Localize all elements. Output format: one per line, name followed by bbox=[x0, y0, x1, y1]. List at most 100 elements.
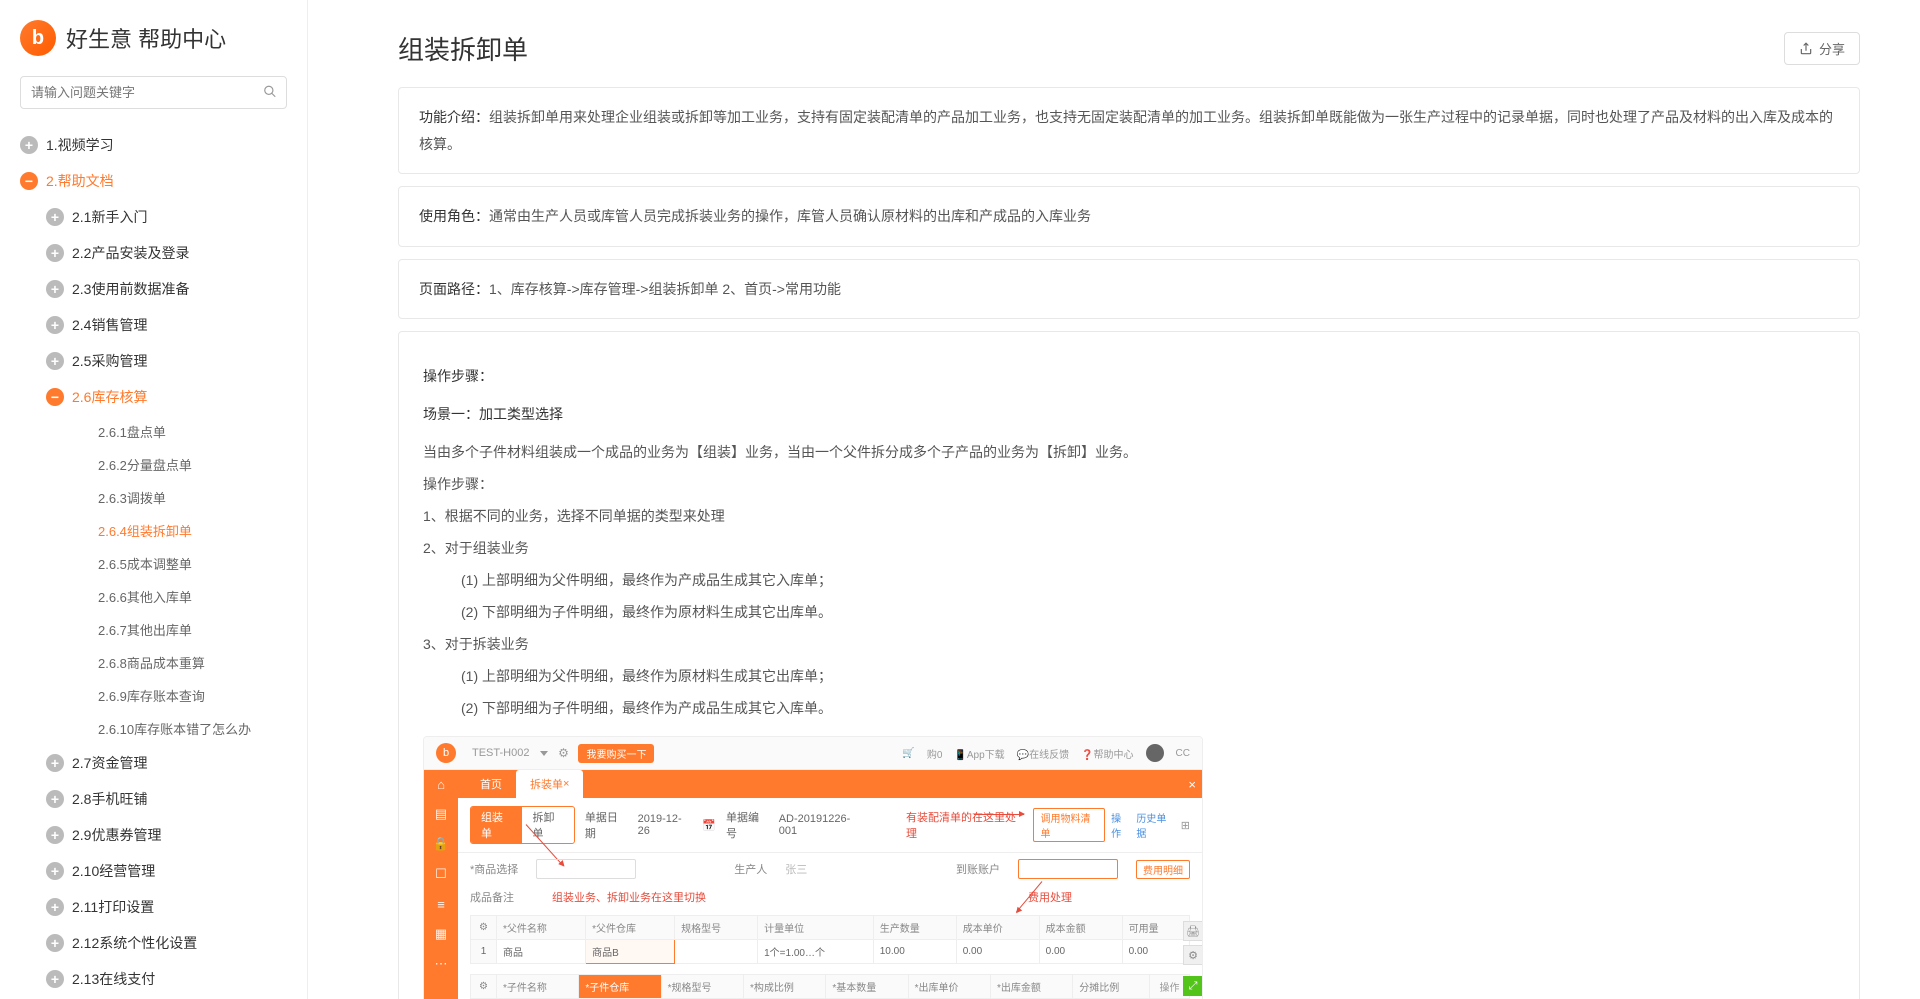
plus-icon: + bbox=[46, 316, 64, 334]
grid-icon: ⊞ bbox=[1181, 819, 1190, 832]
nav-2-12[interactable]: +2.12系统个性化设置 bbox=[46, 925, 287, 961]
nav-docs[interactable]: −2.帮助文档 bbox=[20, 163, 287, 199]
nav-2-3[interactable]: +2.3使用前数据准备 bbox=[46, 271, 287, 307]
page-title: 组装拆卸单 bbox=[398, 30, 528, 67]
type-radio: 组装单 拆卸单 bbox=[470, 806, 575, 844]
plus-icon: + bbox=[20, 136, 38, 154]
logo: b 好生意 帮助中心 bbox=[20, 20, 287, 56]
nav-2-11[interactable]: +2.11打印设置 bbox=[46, 889, 287, 925]
plus-icon: + bbox=[46, 244, 64, 262]
nav-2-4[interactable]: +2.4销售管理 bbox=[46, 307, 287, 343]
main-content: 组装拆卸单 分享 功能介绍：组装拆卸单用来处理企业组装或拆卸等加工业务，支持有固… bbox=[308, 0, 1920, 999]
logo-text: 好生意 帮助中心 bbox=[66, 22, 226, 54]
nav-2-6-4[interactable]: 2.6.4组装拆卸单 bbox=[98, 514, 287, 547]
product-select bbox=[536, 859, 636, 879]
search-icon[interactable] bbox=[263, 84, 277, 101]
nav-2-6-1[interactable]: 2.6.1盘点单 bbox=[98, 415, 287, 448]
search-box bbox=[20, 76, 287, 109]
sidebar: b 好生意 帮助中心 +1.视频学习 −2.帮助文档 +2.1新手入门 +2.2… bbox=[0, 0, 308, 999]
avatar-icon bbox=[1146, 744, 1164, 762]
mock-logo-icon: b bbox=[436, 743, 456, 763]
step-p1: 当由多个子件材料组装成一个成品的业务为【组装】业务，当由一个父件拆分成多个子产品… bbox=[423, 438, 1835, 466]
annot-expense: 费用处理 bbox=[1028, 889, 1072, 905]
nav-2-6-6[interactable]: 2.6.6其他入库单 bbox=[98, 580, 287, 613]
help-link: ❓帮助中心 bbox=[1081, 746, 1133, 761]
expense-btn: 费用明细 bbox=[1136, 860, 1190, 879]
mock-user: CC bbox=[1176, 748, 1190, 759]
intro-text: 组装拆卸单用来处理企业组装或拆卸等加工业务，支持有固定装配清单的产品加工业务，也… bbox=[419, 109, 1833, 152]
scene-title: 场景一：加工类型选择 bbox=[423, 400, 1835, 428]
bom-button: 调用物料清单 bbox=[1033, 808, 1105, 842]
mock-sidebar: ⌂ ▤ 🔒 ☐ ≡ ▦ ⋯ bbox=[424, 770, 458, 999]
nav-2-6-10[interactable]: 2.6.10库存账本错了怎么办 bbox=[98, 712, 287, 745]
step-s3a: (1) 上部明细为父件明细，最终作为原材料生成其它出库单； bbox=[423, 662, 1835, 690]
feedback-link: 💬在线反馈 bbox=[1017, 746, 1069, 761]
nav-2-13[interactable]: +2.13在线支付 bbox=[46, 961, 287, 997]
share-icon bbox=[1799, 42, 1813, 56]
doc-icon: ▤ bbox=[433, 806, 449, 822]
plus-icon: + bbox=[46, 754, 64, 772]
intro-label: 功能介绍： bbox=[419, 109, 489, 125]
search-input[interactable] bbox=[20, 76, 287, 109]
plus-icon: + bbox=[46, 934, 64, 952]
step-s2b: (2) 下部明细为子件明细，最终作为原材料生成其它出库单。 bbox=[423, 598, 1835, 626]
nav-2-6-8[interactable]: 2.6.8商品成本重算 bbox=[98, 646, 287, 679]
plus-icon: + bbox=[46, 970, 64, 988]
nav-2-6-7[interactable]: 2.6.7其他出库单 bbox=[98, 613, 287, 646]
mock-trial-btn: 我要购买一下 bbox=[578, 744, 654, 763]
nav-2-6-5[interactable]: 2.6.5成本调整单 bbox=[98, 547, 287, 580]
account-input bbox=[1018, 859, 1118, 879]
nav-2-5[interactable]: +2.5采购管理 bbox=[46, 343, 287, 379]
side-icons: ⤢ bbox=[1183, 976, 1203, 996]
child-table: ⚙ *子件名称 *子件仓库 *规格型号 *构成比例 *基本数量 *出库单价 *出… bbox=[470, 974, 1190, 999]
side-icons: 🖨 ⚙ bbox=[1183, 921, 1203, 965]
tab-doc: 拆装单 × bbox=[516, 770, 583, 798]
nav-2-7[interactable]: +2.7资金管理 bbox=[46, 745, 287, 781]
path-label: 页面路径： bbox=[419, 281, 489, 297]
role-card: 使用角色：通常由生产人员或库管人员完成拆装业务的操作，库管人员确认原材料的出库和… bbox=[398, 186, 1860, 247]
step-s2: 2、对于组装业务 bbox=[423, 534, 1835, 562]
more-icon: ⋯ bbox=[433, 956, 449, 972]
mock-tenant: TEST-H002 bbox=[472, 747, 529, 759]
arrow-icon bbox=[974, 814, 1024, 815]
nav-2-6-3[interactable]: 2.6.3调拨单 bbox=[98, 481, 287, 514]
step-s3b: (2) 下部明细为子件明细，最终作为产成品生成其它入库单。 bbox=[423, 694, 1835, 722]
nav-2-10[interactable]: +2.10经营管理 bbox=[46, 853, 287, 889]
minus-icon: − bbox=[46, 388, 64, 406]
plus-icon: + bbox=[46, 280, 64, 298]
plus-icon: + bbox=[46, 208, 64, 226]
nav-2-9[interactable]: +2.9优惠券管理 bbox=[46, 817, 287, 853]
print-icon: 🖨 bbox=[1183, 921, 1203, 941]
role-text: 通常由生产人员或库管人员完成拆装业务的操作，库管人员确认原材料的出库和产成品的入… bbox=[489, 208, 1091, 224]
nav-2-6-2[interactable]: 2.6.2分量盘点单 bbox=[98, 448, 287, 481]
nav-2-8[interactable]: +2.8手机旺铺 bbox=[46, 781, 287, 817]
step-p2: 操作步骤： bbox=[423, 470, 1835, 498]
action-link: 操作 bbox=[1111, 810, 1130, 840]
home-icon: ⌂ bbox=[433, 776, 449, 792]
nav-2-2[interactable]: +2.2产品安装及登录 bbox=[46, 235, 287, 271]
nav-2-1[interactable]: +2.1新手入门 bbox=[46, 199, 287, 235]
plus-icon: + bbox=[46, 352, 64, 370]
mock-row2: *商品选择 生产人 张三 到账账户 费用明细 bbox=[458, 853, 1202, 889]
plus-icon: + bbox=[46, 862, 64, 880]
logo-icon: b bbox=[20, 20, 56, 56]
gear-icon: ⚙ bbox=[556, 746, 570, 760]
close-icon: × bbox=[1188, 777, 1196, 792]
chart-icon: ≡ bbox=[433, 896, 449, 912]
grid-icon: ▦ bbox=[433, 926, 449, 942]
tab-home: 首页 bbox=[466, 770, 516, 798]
share-button[interactable]: 分享 bbox=[1784, 32, 1860, 65]
intro-card: 功能介绍：组装拆卸单用来处理企业组装或拆卸等加工业务，支持有固定装配清单的产品加… bbox=[398, 87, 1860, 174]
step-s3: 3、对于拆装业务 bbox=[423, 630, 1835, 658]
nav-2-6-9[interactable]: 2.6.9库存账本查询 bbox=[98, 679, 287, 712]
path-text: 1、库存核算->库存管理->组装拆卸单 2、首页->常用功能 bbox=[489, 281, 841, 297]
history-link: 历史单据 bbox=[1136, 810, 1174, 840]
plus-icon: + bbox=[46, 790, 64, 808]
expand-icon: ⤢ bbox=[1183, 976, 1203, 996]
nav-2-6[interactable]: −2.6库存核算 bbox=[46, 379, 287, 415]
steps-title: 操作步骤： bbox=[423, 362, 1835, 390]
setting-icon: ⚙ bbox=[1183, 945, 1203, 965]
nav-video[interactable]: +1.视频学习 bbox=[20, 127, 287, 163]
mock-screenshot: b TEST-H002 ⚙ 我要购买一下 🛒购0 📱App下载 💬在线反馈 ❓帮… bbox=[423, 736, 1203, 999]
minus-icon: − bbox=[20, 172, 38, 190]
